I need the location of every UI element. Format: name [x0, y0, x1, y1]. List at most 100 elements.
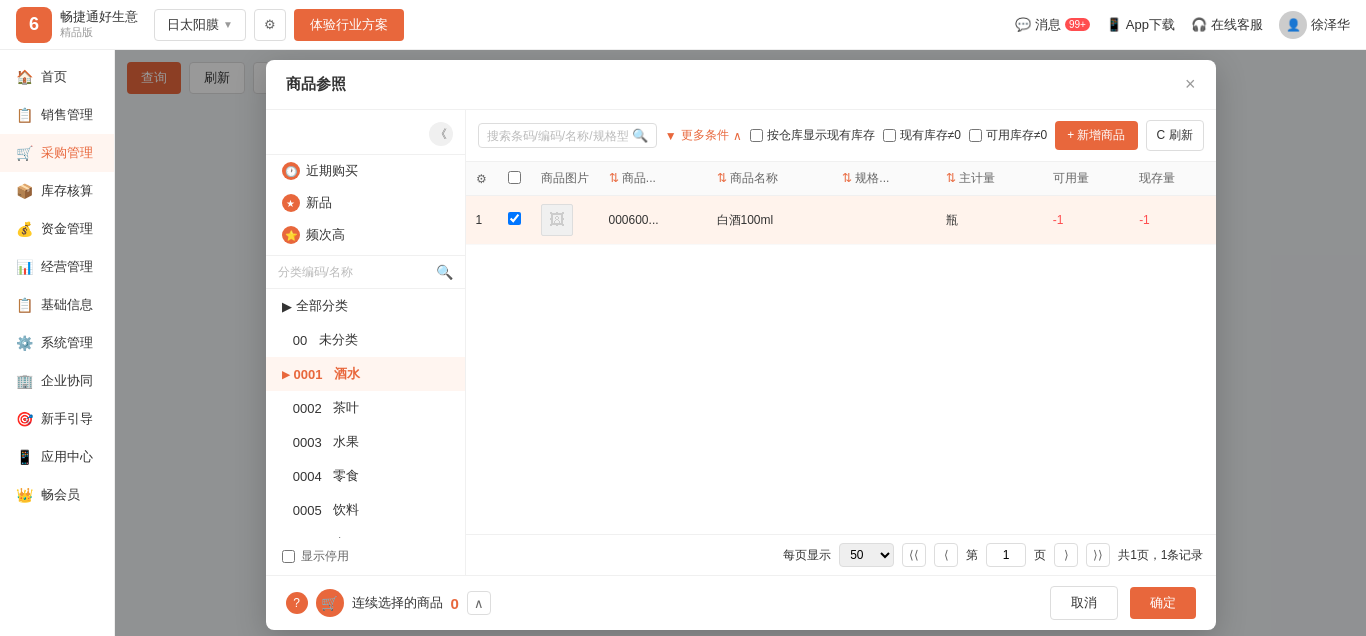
sort-code-icon: ⇅	[609, 171, 619, 185]
table-row[interactable]: 1 🖼 000600... 白酒100ml 瓶 -1 -1	[466, 196, 1216, 245]
available-nonzero-checkbox-label[interactable]: 可用库存≠0	[969, 127, 1047, 144]
main-layout: 🏠 首页 📋 销售管理 🛒 采购管理 📦 库存核算 💰 资金管理 📊 经营管理 …	[0, 50, 1366, 636]
sidebar-item-apps[interactable]: 📱 应用中心	[0, 438, 114, 476]
sidebar-item-purchase[interactable]: 🛒 采购管理	[0, 134, 114, 172]
th-check	[498, 162, 531, 196]
table-footer: 每页显示 50 100 200 ⟨⟨ ⟨ 第 页 ⟩	[466, 534, 1216, 575]
add-product-button[interactable]: + 新增商品	[1055, 121, 1137, 150]
row-code: 000600...	[599, 196, 707, 245]
footer-left: ? 🛒 连续选择的商品 0 ∧	[286, 589, 1038, 617]
apps-icon: 📱	[16, 449, 33, 465]
warehouse-stock-checkbox[interactable]	[750, 129, 763, 142]
nav-right: 💬 消息 99+ 📱 App下载 🎧 在线客服 👤 徐泽华	[1015, 11, 1350, 39]
row-image: 🖼	[531, 196, 599, 245]
recent-icon: 🕐	[282, 162, 300, 180]
th-code[interactable]: ⇅ 商品...	[599, 162, 707, 196]
category-pane: 《 🕐 近期购买 ★ 新品 ⭐	[266, 110, 466, 575]
dropdown-arrow-icon: ▼	[223, 19, 233, 30]
sidebar-item-home[interactable]: 🏠 首页	[0, 58, 114, 96]
collapse-cart-button[interactable]: ∧	[467, 591, 491, 615]
operation-icon: 📊	[16, 259, 33, 275]
category-item-00[interactable]: 00 未分类	[266, 323, 465, 357]
per-page-select[interactable]: 50 100 200	[839, 543, 894, 567]
category-all[interactable]: ▶ 全部分类	[266, 289, 465, 323]
base-icon: 📋	[16, 297, 33, 313]
category-item-0003[interactable]: 0003 水果	[266, 425, 465, 459]
th-image: 商品图片	[531, 162, 599, 196]
sidebar-item-finance[interactable]: 💰 资金管理	[0, 210, 114, 248]
freq-icon: ⭐	[282, 226, 300, 244]
expand-all-icon: ▶	[282, 299, 292, 314]
sidebar-item-base[interactable]: 📋 基础信息	[0, 286, 114, 324]
modal-close-button[interactable]: ×	[1185, 74, 1196, 95]
brand-sub: 精品版	[60, 25, 138, 40]
product-search-box: 🔍	[478, 123, 657, 148]
filter-button[interactable]: ▼ 更多条件 ∧	[665, 127, 742, 144]
stock-nonzero-checkbox-label[interactable]: 现有库存≠0	[883, 127, 961, 144]
search-icon[interactable]: 🔍	[632, 128, 648, 143]
headset-icon: 🎧	[1191, 17, 1207, 32]
select-all-checkbox[interactable]	[508, 171, 521, 184]
top-nav: 6 畅捷通好生意 精品版 日太阳膜 ▼ ⚙ 体验行业方案 💬 消息 99+ 📱 …	[0, 0, 1366, 50]
sidebar-item-inventory[interactable]: 📦 库存核算	[0, 172, 114, 210]
page-number-input[interactable]	[986, 543, 1026, 567]
messages-badge: 99+	[1065, 18, 1090, 31]
help-button[interactable]: ?	[286, 592, 308, 614]
nav-dropdown[interactable]: 日太阳膜 ▼	[154, 9, 246, 41]
category-search-input[interactable]	[278, 265, 432, 279]
category-item-0008[interactable]: 0008 水	[266, 527, 465, 538]
row-spec	[832, 196, 936, 245]
sidebar-item-member[interactable]: 👑 畅会员	[0, 476, 114, 514]
category-search-icon[interactable]: 🔍	[436, 264, 453, 280]
available-nonzero-checkbox[interactable]	[969, 129, 982, 142]
sales-icon: 📋	[16, 107, 33, 123]
tab-high-frequency[interactable]: ⭐ 频次高	[266, 219, 465, 251]
product-search-input[interactable]	[487, 129, 628, 143]
first-page-button[interactable]: ⟨⟨	[902, 543, 926, 567]
sidebar-item-sales[interactable]: 📋 销售管理	[0, 96, 114, 134]
cart-icon[interactable]: 🛒	[316, 589, 344, 617]
member-icon: 👑	[16, 487, 33, 503]
show-disabled-checkbox[interactable]	[282, 550, 295, 563]
sidebar-item-operation[interactable]: 📊 经营管理	[0, 248, 114, 286]
th-name[interactable]: ⇅ 商品名称	[707, 162, 832, 196]
modal-header: 商品参照 ×	[266, 60, 1216, 110]
category-item-0001[interactable]: ▶ 0001 酒水	[266, 357, 465, 391]
row-check[interactable]	[498, 196, 531, 245]
sidebar-item-system[interactable]: ⚙️ 系统管理	[0, 324, 114, 362]
tab-new-products[interactable]: ★ 新品	[266, 187, 465, 219]
avatar: 👤	[1279, 11, 1307, 39]
content-area: 查询 刷新 设置 商品参照 ×	[115, 50, 1366, 636]
gear-button[interactable]: ⚙	[254, 9, 286, 41]
th-unit[interactable]: ⇅ 主计量	[936, 162, 1043, 196]
messages-button[interactable]: 💬 消息 99+	[1015, 16, 1090, 34]
app-download-button[interactable]: 📱 App下载	[1106, 16, 1175, 34]
cancel-button[interactable]: 取消	[1050, 586, 1118, 620]
last-page-button[interactable]: ⟩⟩	[1086, 543, 1110, 567]
sidebar-item-guide[interactable]: 🎯 新手引导	[0, 400, 114, 438]
category-item-0002[interactable]: 0002 茶叶	[266, 391, 465, 425]
collapse-category-button[interactable]: 《	[429, 122, 453, 146]
user-profile[interactable]: 👤 徐泽华	[1279, 11, 1350, 39]
th-stock: 现存量	[1129, 162, 1215, 196]
warehouse-stock-checkbox-label[interactable]: 按仓库显示现有库存	[750, 127, 875, 144]
trial-button[interactable]: 体验行业方案	[294, 9, 404, 41]
th-available: 可用量	[1043, 162, 1129, 196]
next-page-button[interactable]: ⟩	[1054, 543, 1078, 567]
tab-recent-purchase[interactable]: 🕐 近期购买	[266, 155, 465, 187]
refresh-table-button[interactable]: C 刷新	[1146, 120, 1204, 151]
prev-page-button[interactable]: ⟨	[934, 543, 958, 567]
row-unit: 瓶	[936, 196, 1043, 245]
category-item-0004[interactable]: 0004 零食	[266, 459, 465, 493]
online-service-button[interactable]: 🎧 在线客服	[1191, 16, 1263, 34]
product-table-wrapper: ⚙ 商品图片 ⇅	[466, 162, 1216, 534]
row-index: 1	[466, 196, 498, 245]
stock-nonzero-checkbox[interactable]	[883, 129, 896, 142]
category-item-0005[interactable]: 0005 饮料	[266, 493, 465, 527]
confirm-button[interactable]: 确定	[1130, 587, 1196, 619]
message-icon: 💬	[1015, 17, 1031, 32]
th-spec[interactable]: ⇅ 规格...	[832, 162, 936, 196]
sort-unit-icon: ⇅	[946, 171, 956, 185]
sidebar-item-enterprise[interactable]: 🏢 企业协同	[0, 362, 114, 400]
brand-name: 畅捷通好生意	[60, 9, 138, 26]
